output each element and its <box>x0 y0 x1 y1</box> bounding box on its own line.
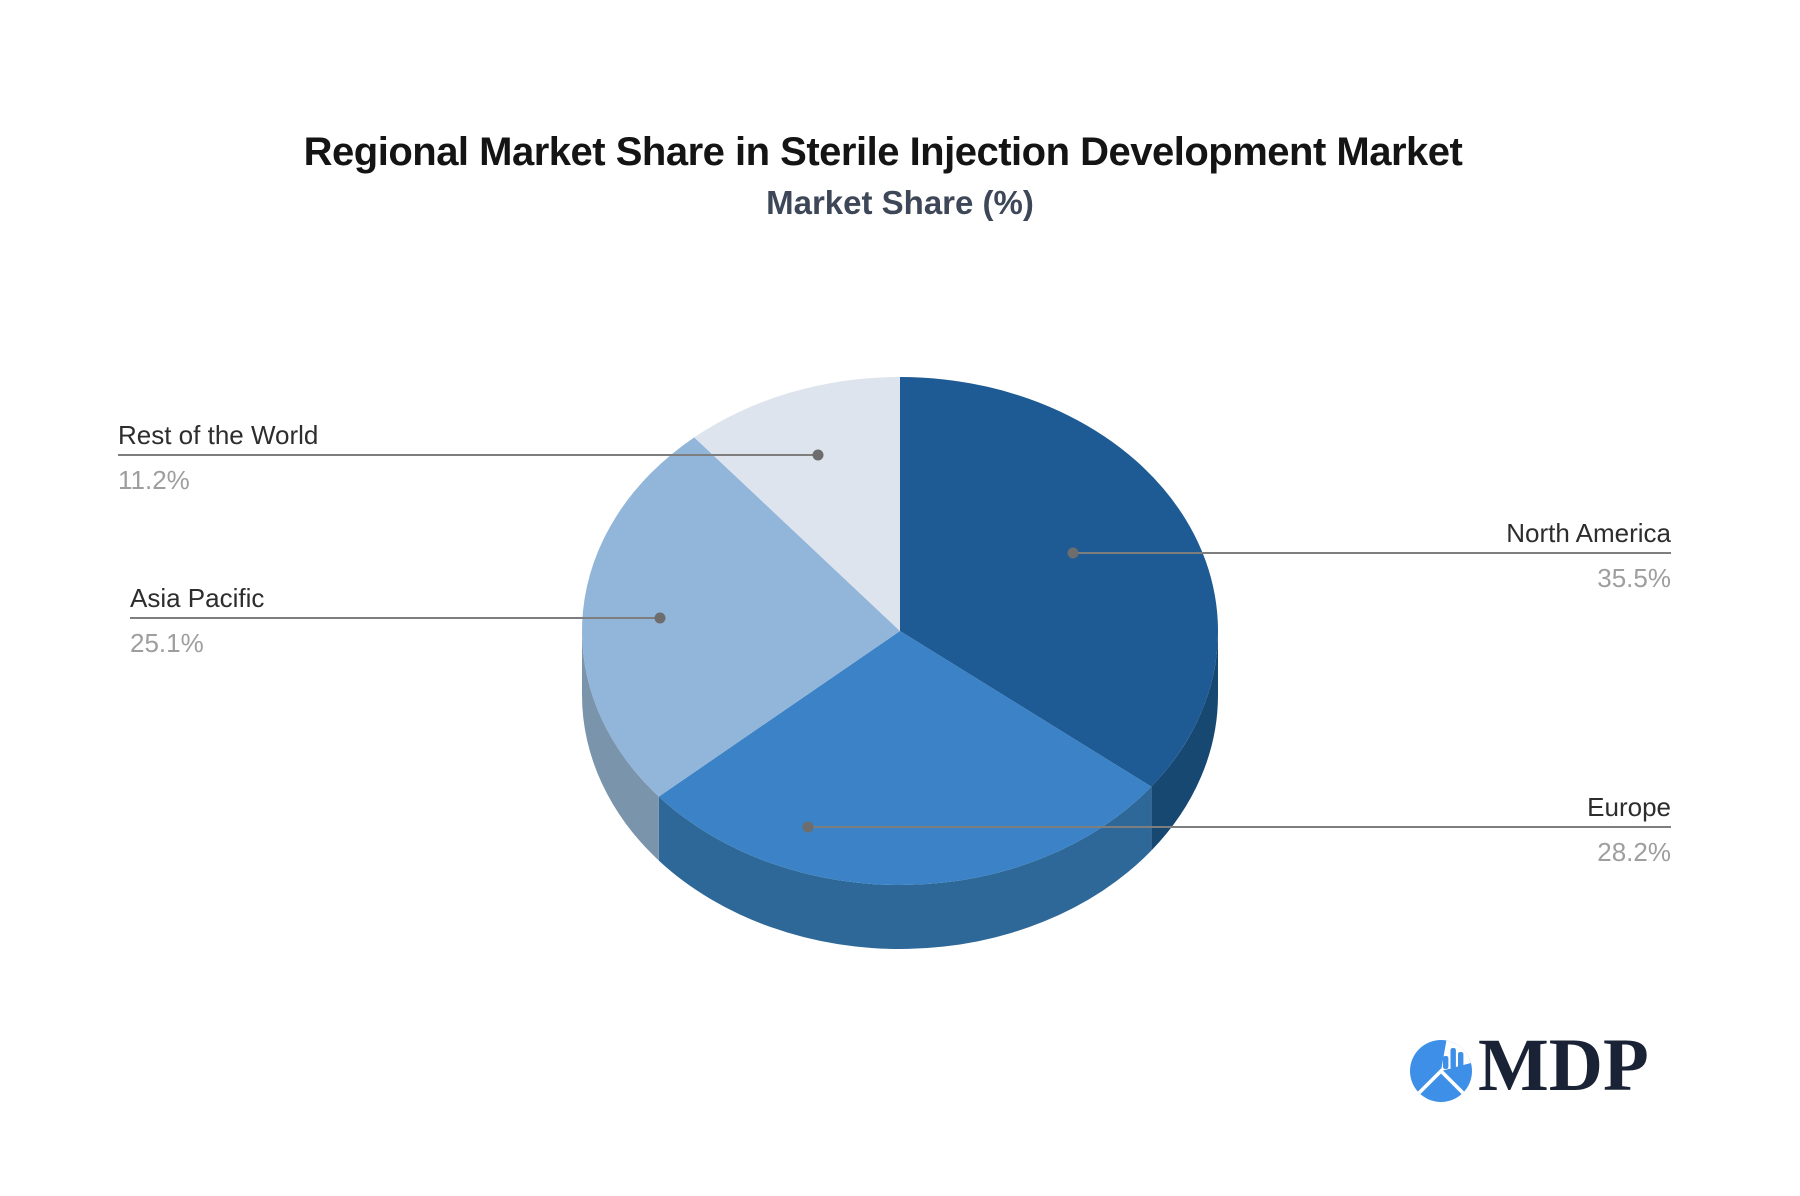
leader-dot-rest-of-the-world <box>812 449 824 461</box>
slice-percent: 35.5% <box>1597 563 1671 593</box>
leader-dot-europe <box>802 821 814 833</box>
slice-name: Rest of the World <box>118 420 319 450</box>
slice-name: Europe <box>1587 792 1671 822</box>
pie-chart <box>118 377 1671 950</box>
leader-dot-asia-pacific <box>654 612 666 624</box>
pie-slices <box>581 377 1218 886</box>
slice-percent: 28.2% <box>1597 837 1671 867</box>
value-asia-pacific: 25.1% <box>130 629 204 658</box>
label-europe: Europe <box>1587 793 1671 822</box>
value-rest-of-the-world: 11.2% <box>118 466 190 495</box>
label-asia-pacific: Asia Pacific <box>130 584 264 613</box>
leader-dot-north-america <box>1067 547 1079 559</box>
pie-bar-logo-icon <box>1410 1040 1472 1102</box>
chart-canvas: Regional Market Share in Sterile Injecti… <box>0 0 1800 1196</box>
slice-name: North America <box>1506 518 1671 548</box>
mdp-logo: MDP <box>1409 1028 1729 1118</box>
value-north-america: 35.5% <box>1597 564 1671 593</box>
slice-percent: 25.1% <box>130 628 204 658</box>
label-rest-of-the-world: Rest of the World <box>118 421 318 450</box>
value-europe: 28.2% <box>1597 838 1671 867</box>
logo-wordmark: MDP <box>1478 1024 1649 1107</box>
slice-name: Asia Pacific <box>130 583 265 613</box>
label-north-america: North America <box>1506 519 1671 548</box>
slice-percent: 11.2% <box>118 465 190 495</box>
